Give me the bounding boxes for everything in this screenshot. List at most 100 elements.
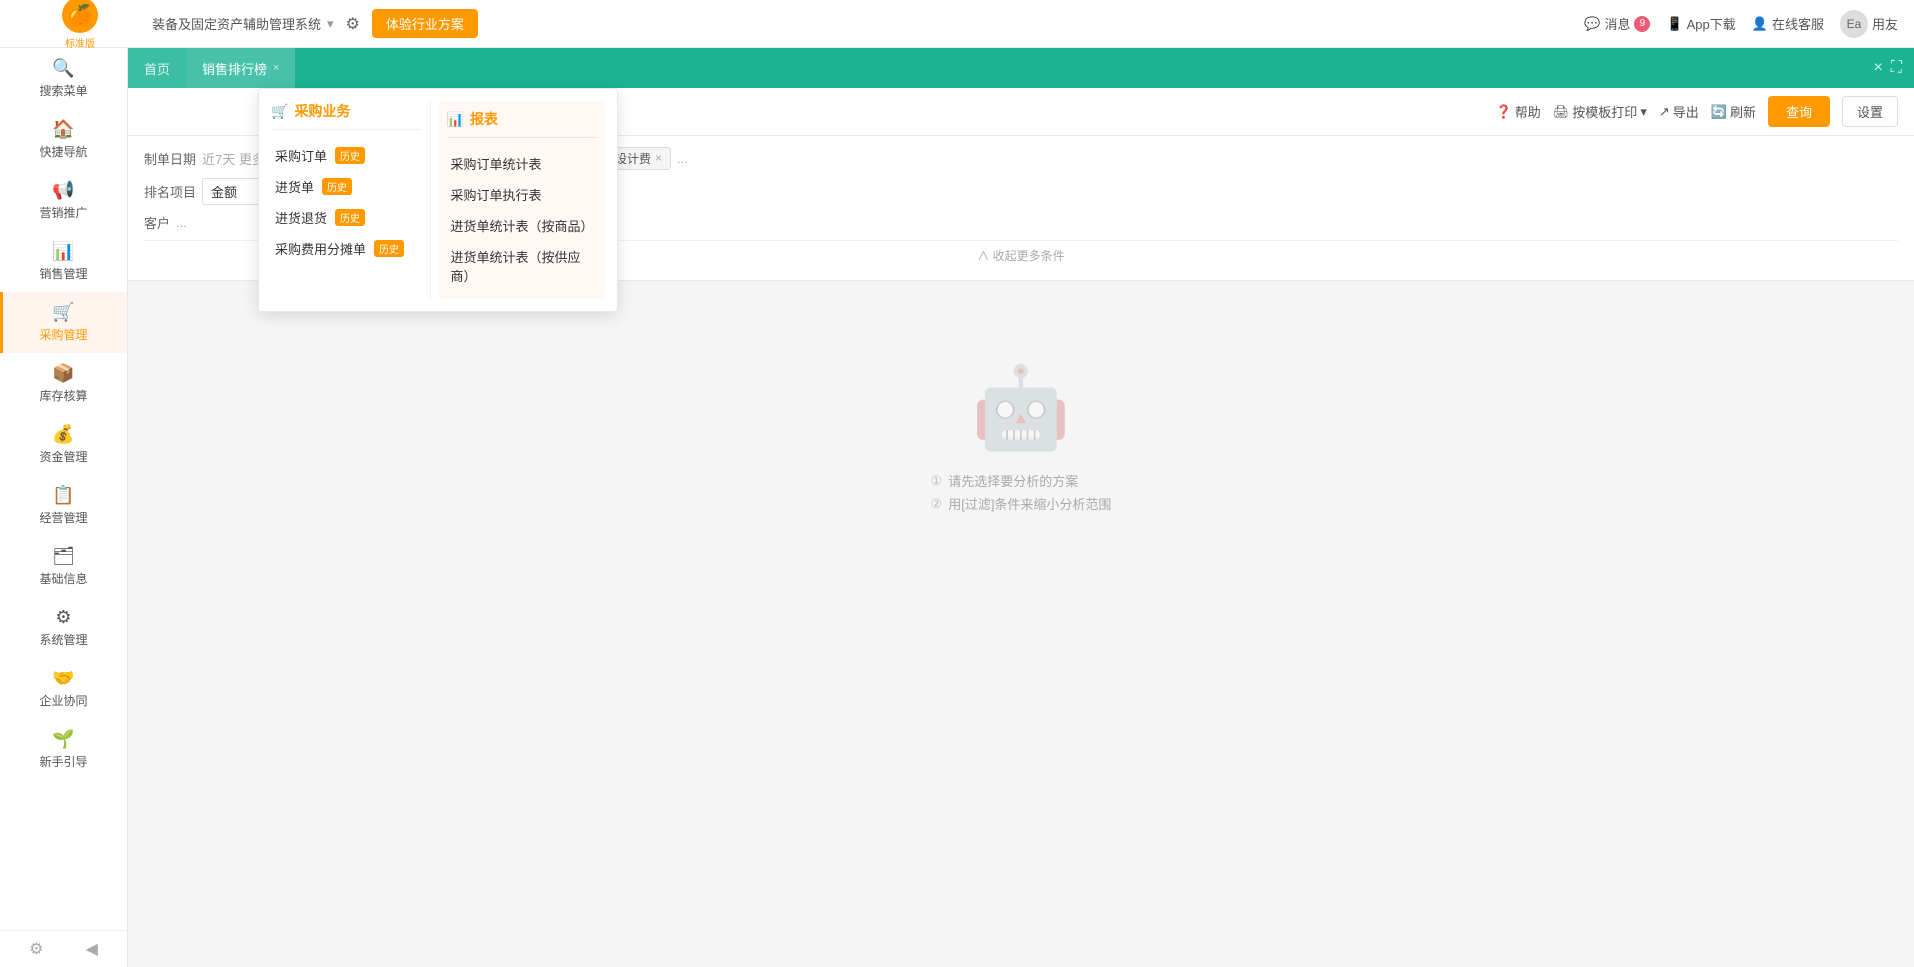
message-label: 消息 — [1604, 14, 1630, 33]
sidebar-item-search[interactable]: 🔍 搜索菜单 — [0, 48, 127, 109]
print-icon: 🖨 — [1553, 104, 1570, 120]
refresh-icon: 🔄 — [1711, 104, 1727, 120]
sidebar-item-label: 采购管理 — [39, 326, 87, 343]
refresh-button[interactable]: 🔄 刷新 — [1711, 102, 1756, 121]
report-section: 📊 报表 采购订单统计表 采购订单执行表 进货单统计表（按商品） — [439, 101, 606, 299]
customer-filter: 客户 ... — [144, 213, 187, 232]
help-button[interactable]: ❓ 帮助 — [1496, 102, 1541, 121]
menu-item-badge: 历史 — [335, 209, 365, 226]
menu-item-purchase-return[interactable]: 进货退货 历史 — [271, 202, 422, 233]
sidebar-item-beginner[interactable]: 🌱 新手引导 — [0, 719, 127, 780]
tab-close-icon[interactable]: × — [273, 62, 279, 74]
customer-more[interactable]: ... — [176, 215, 187, 230]
sidebar-item-marketing[interactable]: 📢 营销推广 — [0, 170, 127, 231]
menu-item-label: 采购订单 — [275, 146, 327, 165]
system-dropdown-icon[interactable]: ▾ — [327, 16, 334, 32]
menu-item-purchase-expense[interactable]: 采购费用分摊单 历史 — [271, 233, 422, 264]
empty-hint2: 用[过滤]条件来缩小分析范围 — [948, 494, 1111, 513]
menu-item-purchase-order[interactable]: 采购订单 历史 — [271, 140, 422, 171]
purchase-icon: 🛒 — [52, 302, 74, 323]
collapse-label: 收起更多条件 — [993, 249, 1065, 263]
export-icon: ↗ — [1659, 104, 1670, 120]
sidebar-item-label: 基础信息 — [39, 570, 87, 587]
refresh-label: 刷新 — [1730, 102, 1756, 121]
sidebar-item-quick-nav[interactable]: 🏠 快捷导航 — [0, 109, 127, 170]
rank-value: 金额 — [211, 182, 237, 201]
print-button[interactable]: 🖨 按模板打印 ▾ — [1553, 102, 1647, 121]
empty-num2: ② — [931, 496, 943, 512]
tab-close-all-icon[interactable]: × — [1873, 59, 1882, 77]
purchase-business-section: 🛒 采购业务 采购订单 历史 进货单 历史 进货退货 — [271, 101, 422, 299]
home-icon: 🏠 — [52, 119, 74, 140]
sidebar-collapse-icon[interactable]: ◀ — [86, 939, 98, 959]
menu-item-receipt-by-supplier[interactable]: 进货单统计表（按供应商） — [447, 241, 598, 291]
sidebar-item-finance[interactable]: 💰 资金管理 — [0, 414, 127, 475]
user-menu[interactable]: Ea 用友 — [1840, 10, 1898, 38]
service-icon: 👤 — [1752, 16, 1768, 32]
message-button[interactable]: 💬 消息 9 — [1584, 14, 1650, 33]
tab-sales-ranking[interactable]: 销售排行榜 × — [186, 48, 295, 88]
menu-item-label: 进货单 — [275, 177, 314, 196]
system-icon: ⚙ — [55, 607, 71, 628]
purchase-dropdown-menu: 🛒 采购业务 采购订单 历史 进货单 历史 进货退货 — [258, 88, 618, 312]
empty-state: 🤖 ① 请先选择要分析的方案 ② 用[过滤]条件来缩小分析范围 — [128, 281, 1914, 597]
sidebar-item-purchase[interactable]: 🛒 采购管理 — [0, 292, 127, 353]
sidebar-item-label: 经营管理 — [39, 509, 87, 526]
app-logo: 🍊 — [62, 0, 98, 33]
sidebar-item-label: 库存核算 — [39, 387, 87, 404]
menu-item-label: 采购订单执行表 — [451, 185, 542, 204]
query-button[interactable]: 查询 — [1768, 96, 1830, 127]
online-service-button[interactable]: 👤 在线客服 — [1752, 14, 1824, 33]
menu-item-order-exec[interactable]: 采购订单执行表 — [447, 179, 598, 210]
menu-item-badge: 历史 — [374, 240, 404, 257]
industry-btn[interactable]: 体验行业方案 — [372, 9, 478, 38]
page-settings-button[interactable]: 设置 — [1842, 96, 1898, 127]
menu-item-label: 采购订单统计表 — [451, 154, 542, 173]
settings-icon[interactable]: ⚙ — [346, 14, 360, 34]
sidebar-item-system[interactable]: ⚙ 系统管理 — [0, 597, 127, 658]
tab-home-label: 首页 — [144, 59, 170, 78]
empty-illustration: 🤖 — [971, 361, 1071, 455]
menu-item-purchase-receipt[interactable]: 进货单 历史 — [271, 171, 422, 202]
message-badge: 9 — [1634, 16, 1650, 32]
tab-sales-label: 销售排行榜 — [202, 59, 267, 78]
tab-fullscreen-icon[interactable]: ⛶ — [1891, 59, 1902, 77]
menu-item-badge: 历史 — [335, 147, 365, 164]
sidebar-item-operations[interactable]: 📋 经营管理 — [0, 475, 127, 536]
app-download-label: App下载 — [1687, 14, 1736, 33]
sidebar-item-label: 资金管理 — [39, 448, 87, 465]
goods-more[interactable]: ... — [677, 151, 688, 166]
empty-num1: ① — [931, 473, 943, 489]
menu-item-order-stats[interactable]: 采购订单统计表 — [447, 148, 598, 179]
phone-icon: 📱 — [1666, 16, 1682, 32]
menu-item-label: 进货单统计表（按商品） — [451, 216, 594, 235]
sidebar-item-label: 企业协同 — [39, 692, 87, 709]
sidebar-item-basic-info[interactable]: 🗂 基础信息 — [0, 536, 127, 597]
goods-tag-close-icon[interactable]: × — [655, 151, 662, 165]
sidebar-item-inventory[interactable]: 📦 库存核算 — [0, 353, 127, 414]
enterprise-icon: 🤝 — [52, 668, 74, 689]
message-icon: 💬 — [1584, 16, 1600, 32]
export-button[interactable]: ↗ 导出 — [1659, 102, 1699, 121]
sidebar-item-label: 系统管理 — [39, 631, 87, 648]
sidebar-item-sales[interactable]: 📊 销售管理 — [0, 231, 127, 292]
app-download-button[interactable]: 📱 App下载 — [1666, 14, 1735, 33]
menu-item-label: 采购费用分摊单 — [275, 239, 366, 258]
sidebar-item-enterprise[interactable]: 🤝 企业协同 — [0, 658, 127, 719]
finance-icon: 💰 — [52, 424, 74, 445]
menu-item-label: 进货单统计表（按供应商） — [451, 247, 594, 285]
menu-item-label: 进货退货 — [275, 208, 327, 227]
collapse-icon: ∧ — [977, 249, 989, 263]
export-label: 导出 — [1673, 102, 1699, 121]
search-icon: 🔍 — [52, 58, 74, 79]
marketing-icon: 📢 — [52, 180, 74, 201]
sidebar-settings-icon[interactable]: ⚙ — [29, 939, 43, 959]
print-dropdown-icon[interactable]: ▾ — [1640, 104, 1647, 120]
tab-home[interactable]: 首页 — [128, 48, 186, 88]
menu-item-receipt-by-goods[interactable]: 进货单统计表（按商品） — [447, 210, 598, 241]
basic-info-icon: 🗂 — [52, 546, 75, 567]
user-avatar: Ea — [1840, 10, 1868, 38]
print-label: 按模板打印 — [1572, 102, 1637, 121]
report-section-label: 报表 — [470, 109, 498, 129]
date-label: 制单日期 — [144, 149, 196, 168]
